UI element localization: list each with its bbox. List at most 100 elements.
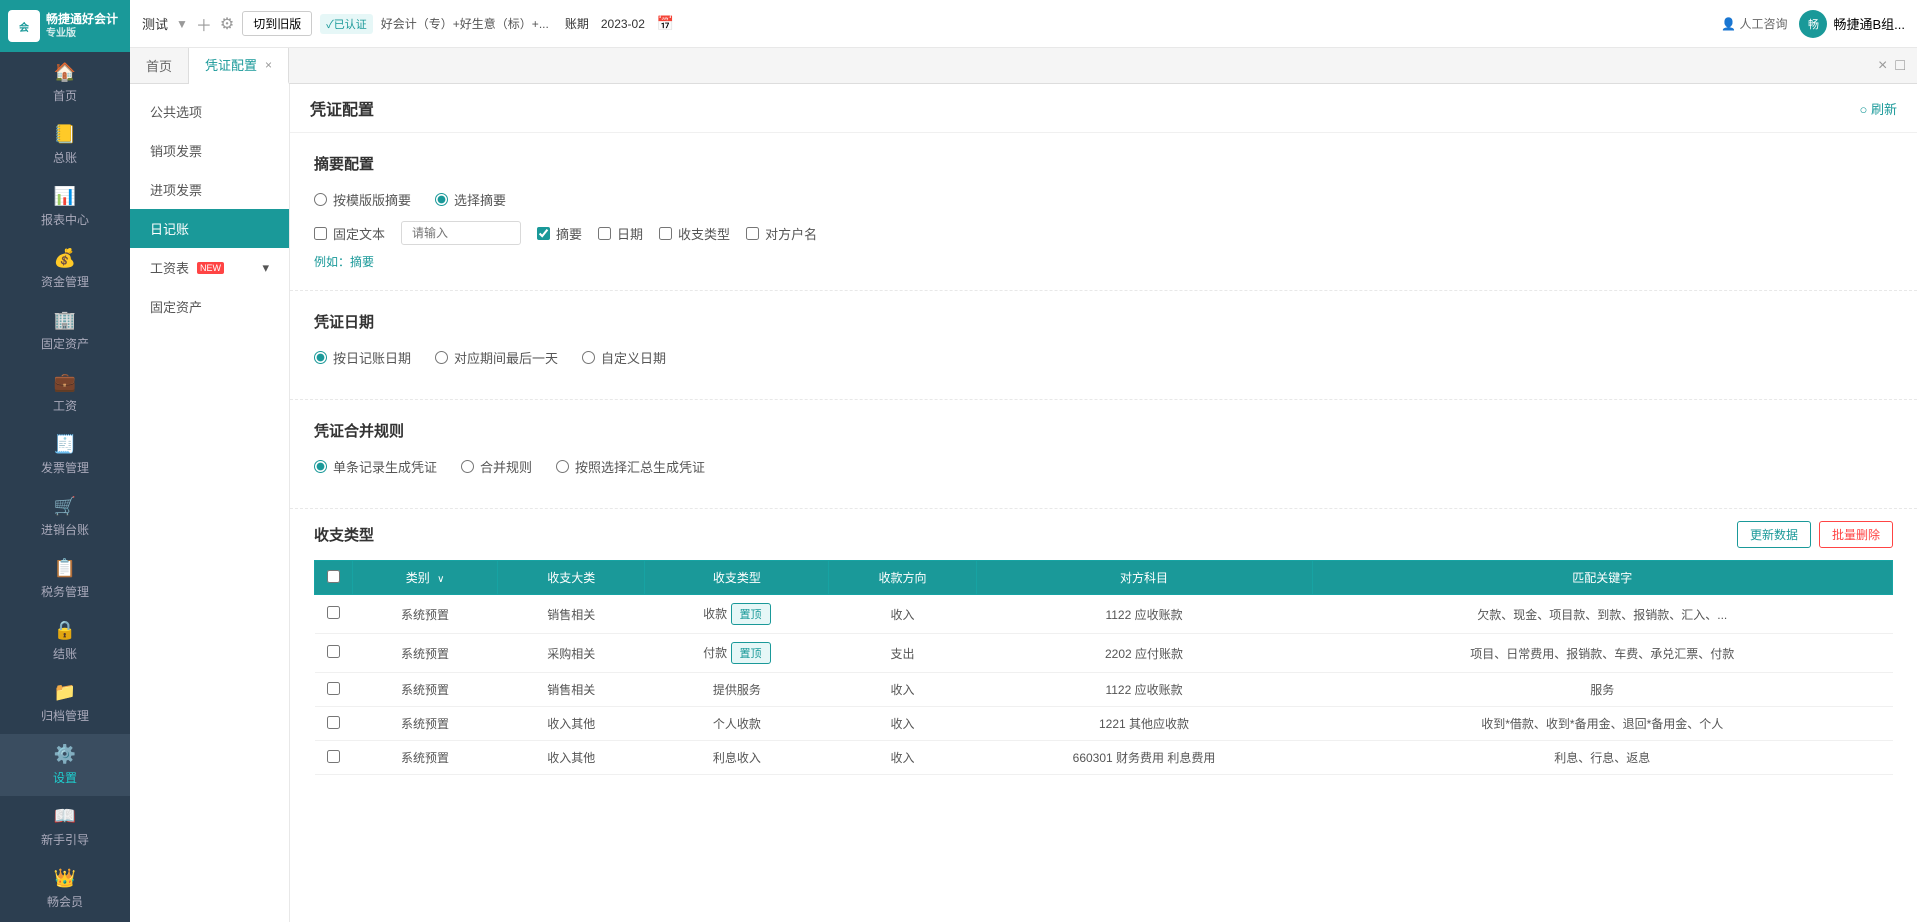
logo-text2: 专业版 bbox=[46, 27, 118, 40]
left-nav-salary[interactable]: 工资表 NEW ▾ bbox=[130, 248, 289, 287]
row-keywords-5: 利息、行息、返息 bbox=[1312, 741, 1893, 775]
sidebar-item-guide[interactable]: 📖 新手引导 bbox=[0, 796, 130, 858]
tab-close-icon[interactable]: × bbox=[265, 58, 272, 72]
pin-tag-2[interactable]: 置顶 bbox=[731, 642, 771, 664]
merge-option-merge[interactable]: 合并规则 bbox=[461, 457, 532, 476]
add-button[interactable]: ＋ bbox=[196, 12, 212, 36]
summary-select-radio[interactable] bbox=[435, 193, 448, 206]
company-dropdown-icon[interactable]: ▼ bbox=[176, 17, 188, 31]
refresh-button[interactable]: ○ 刷新 bbox=[1860, 99, 1897, 118]
sidebar-item-reports[interactable]: 📊 报表中心 bbox=[0, 176, 130, 238]
row-checkbox-3[interactable] bbox=[315, 673, 353, 707]
merge-option-single[interactable]: 单条记录生成凭证 bbox=[314, 457, 437, 476]
sidebar-item-assets[interactable]: 🏢 固定资产 bbox=[0, 300, 130, 362]
service-button[interactable]: 👤 人工咨询 bbox=[1721, 15, 1787, 32]
summary-section-title: 摘要配置 bbox=[314, 153, 1893, 174]
sidebar-item-settings[interactable]: ⚙️ 设置 bbox=[0, 734, 130, 796]
tab-home[interactable]: 首页 bbox=[130, 48, 189, 84]
sidebar-label-ledger: 总账 bbox=[53, 149, 77, 166]
date-option-diary[interactable]: 按日记账日期 bbox=[314, 348, 411, 367]
ledger-icon: 📒 bbox=[54, 124, 76, 145]
summary-radio-group: 按模版版摘要 选择摘要 bbox=[314, 190, 1893, 209]
tab-home-label: 首页 bbox=[146, 56, 172, 75]
merge-summary-radio[interactable] bbox=[556, 460, 569, 473]
purchase-icon: 🛒 bbox=[54, 496, 76, 517]
summary-option-template[interactable]: 按模版版摘要 bbox=[314, 190, 411, 209]
sidebar-item-ledger[interactable]: 📒 总账 bbox=[0, 114, 130, 176]
date-check-label[interactable]: 日期 bbox=[598, 224, 643, 243]
left-nav-public[interactable]: 公共选项 bbox=[130, 92, 289, 131]
row-main-type-4: 收入其他 bbox=[498, 707, 645, 741]
pin-tag-1[interactable]: 置顶 bbox=[731, 603, 771, 625]
fixed-text-input[interactable] bbox=[401, 221, 521, 245]
row-checkbox-4[interactable] bbox=[315, 707, 353, 741]
sidebar-item-purchase[interactable]: 🛒 进销台账 bbox=[0, 486, 130, 548]
table-header-row: 收支类型 更新数据 批量删除 bbox=[314, 509, 1893, 560]
counterpart-check-label[interactable]: 对方户名 bbox=[746, 224, 817, 243]
tax-icon: 📋 bbox=[54, 558, 76, 579]
left-nav-diary-label: 日记账 bbox=[150, 219, 189, 238]
left-nav-public-label: 公共选项 bbox=[150, 102, 202, 121]
row-keywords-2: 项目、日常费用、报销款、车费、承兑汇票、付款 bbox=[1312, 634, 1893, 673]
calendar-icon[interactable]: 📅 bbox=[657, 15, 674, 32]
merge-option-summary[interactable]: 按照选择汇总生成凭证 bbox=[556, 457, 705, 476]
table-row: 系统预置 收入其他 个人收款 收入 1221 其他应收款 收到*借款、收到*备用… bbox=[315, 707, 1893, 741]
row-sub-type-2: 付款 置顶 bbox=[645, 634, 829, 673]
sidebar-item-invoice[interactable]: 🧾 发票管理 bbox=[0, 424, 130, 486]
switch-version-button[interactable]: 切到旧版 bbox=[242, 11, 312, 36]
left-nav-purchase-invoice[interactable]: 进项发票 bbox=[130, 170, 289, 209]
sidebar: 会 畅捷通好会计 专业版 🏠 首页 📒 总账 📊 报表中心 💰 资金管理 🏢 固… bbox=[0, 0, 130, 922]
left-nav-fixed-assets[interactable]: 固定资产 bbox=[130, 287, 289, 326]
table-row: 系统预置 收入其他 利息收入 收入 660301 财务费用 利息费用 利息、行息… bbox=[315, 741, 1893, 775]
date-checkbox[interactable] bbox=[598, 227, 611, 240]
table-actions: 更新数据 批量删除 bbox=[1737, 521, 1893, 548]
date-period-last-radio[interactable] bbox=[435, 351, 448, 364]
row-checkbox-1[interactable] bbox=[315, 595, 353, 634]
row-checkbox-5[interactable] bbox=[315, 741, 353, 775]
sidebar-label-reports: 报表中心 bbox=[41, 211, 89, 228]
summary-option-select[interactable]: 选择摘要 bbox=[435, 190, 506, 209]
batch-delete-button[interactable]: 批量删除 bbox=[1819, 521, 1893, 548]
date-diary-radio[interactable] bbox=[314, 351, 327, 364]
sidebar-item-funds[interactable]: 💰 资金管理 bbox=[0, 238, 130, 300]
sidebar-item-salary[interactable]: 💼 工资 bbox=[0, 362, 130, 424]
summary-checkbox[interactable] bbox=[537, 227, 550, 240]
sidebar-item-home[interactable]: 🏠 首页 bbox=[0, 52, 130, 114]
tab-voucher-label: 凭证配置 bbox=[205, 55, 257, 74]
merge-merge-radio[interactable] bbox=[461, 460, 474, 473]
sidebar-item-tax[interactable]: 📋 税务管理 bbox=[0, 548, 130, 610]
content-area: 公共选项 销项发票 进项发票 日记账 工资表 NEW ▾ 固定资产 bbox=[130, 84, 1917, 922]
select-all-checkbox[interactable] bbox=[327, 570, 340, 583]
row-keywords-4: 收到*借款、收到*备用金、退回*备用金、个人 bbox=[1312, 707, 1893, 741]
payment-type-check-label[interactable]: 收支类型 bbox=[659, 224, 730, 243]
sidebar-label-purchase: 进销台账 bbox=[41, 521, 89, 538]
fixed-text-check-label[interactable]: 固定文本 bbox=[314, 224, 385, 243]
row-account-5: 660301 财务费用 利息费用 bbox=[976, 741, 1312, 775]
date-option-custom[interactable]: 自定义日期 bbox=[582, 348, 666, 367]
left-nav-sales-invoice[interactable]: 销项发票 bbox=[130, 131, 289, 170]
table-section-title: 收支类型 bbox=[314, 524, 374, 545]
summary-config-section: 摘要配置 按模版版摘要 选择摘要 固定文本 bbox=[290, 133, 1917, 291]
period-label: 账期 bbox=[565, 15, 589, 32]
topbar-settings-icon[interactable]: ⚙ bbox=[220, 14, 234, 34]
date-custom-radio[interactable] bbox=[582, 351, 595, 364]
user-profile[interactable]: 畅 畅捷通B组... bbox=[1799, 10, 1905, 38]
sidebar-item-member[interactable]: 👑 畅会员 bbox=[0, 858, 130, 920]
sidebar-item-close[interactable]: 🔒 结账 bbox=[0, 610, 130, 672]
sidebar-item-archive[interactable]: 📁 归档管理 bbox=[0, 672, 130, 734]
page-title: 凭证配置 bbox=[310, 96, 374, 120]
merge-single-radio[interactable] bbox=[314, 460, 327, 473]
left-nav-diary[interactable]: 日记账 bbox=[130, 209, 289, 248]
summary-check-label[interactable]: 摘要 bbox=[537, 224, 582, 243]
fixed-text-checkbox[interactable] bbox=[314, 227, 327, 240]
counterpart-checkbox[interactable] bbox=[746, 227, 759, 240]
user-name: 畅捷通B组... bbox=[1833, 14, 1905, 33]
date-option-period-last[interactable]: 对应期间最后一天 bbox=[435, 348, 558, 367]
maximize-window-button[interactable]: □ bbox=[1895, 57, 1905, 75]
row-checkbox-2[interactable] bbox=[315, 634, 353, 673]
payment-type-checkbox[interactable] bbox=[659, 227, 672, 240]
tab-voucher[interactable]: 凭证配置 × bbox=[189, 48, 289, 84]
close-window-button[interactable]: × bbox=[1878, 57, 1887, 75]
update-data-button[interactable]: 更新数据 bbox=[1737, 521, 1811, 548]
summary-template-radio[interactable] bbox=[314, 193, 327, 206]
